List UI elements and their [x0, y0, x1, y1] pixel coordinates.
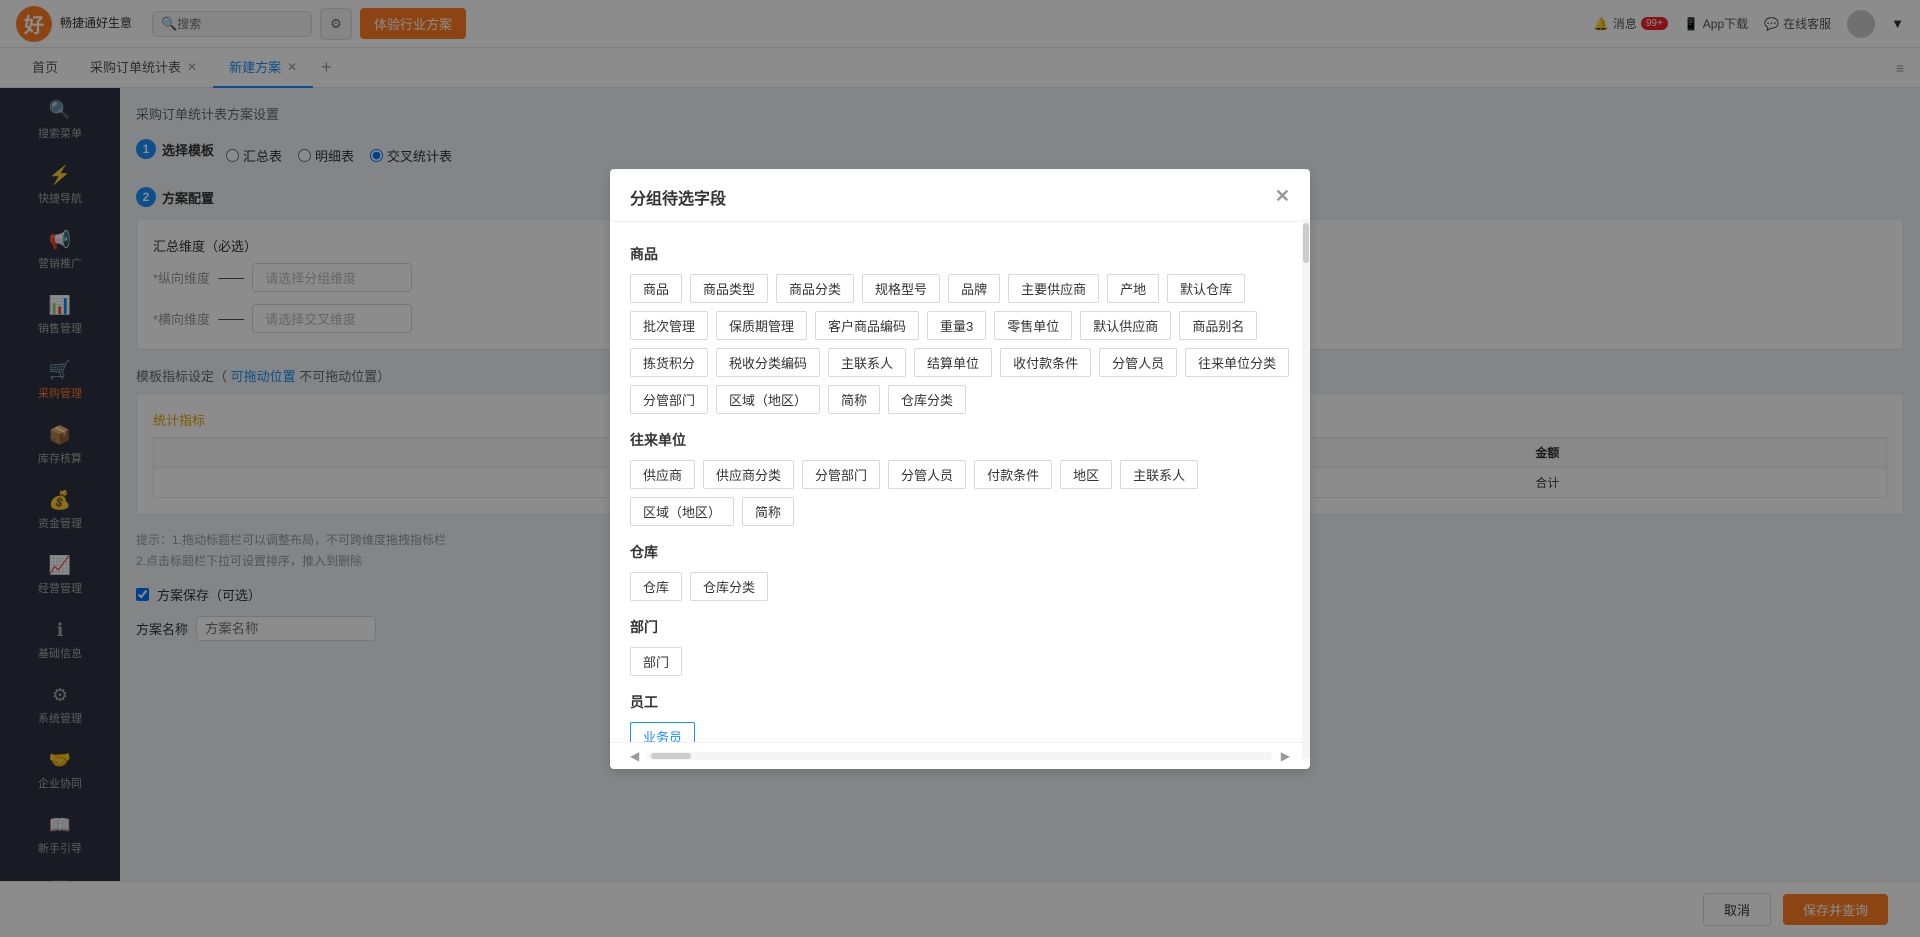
chip-goods-6[interactable]: 产地 [1107, 274, 1159, 303]
chip-warehouse-0[interactable]: 仓库 [630, 572, 682, 601]
chip-goods-21[interactable]: 往来单位分类 [1185, 348, 1289, 377]
chip-goods-12[interactable]: 零售单位 [994, 311, 1072, 340]
dialog-body: 商品 商品 商品类型 商品分类 规格型号 品牌 主要供应商 产地 默认仓库 批次… [610, 222, 1310, 742]
chip-partner-2[interactable]: 分管部门 [802, 460, 880, 489]
chip-goods-2[interactable]: 商品分类 [776, 274, 854, 303]
chip-goods-15[interactable]: 拣货积分 [630, 348, 708, 377]
section-title-staff: 员工 [630, 692, 1290, 712]
chip-staff-0[interactable]: 业务员 [630, 722, 695, 742]
scroll-left-arrow[interactable]: ◀ [630, 749, 639, 763]
dialog-footer-scrollbar: ◀ ▶ [610, 742, 1310, 769]
chip-partner-0[interactable]: 供应商 [630, 460, 695, 489]
chip-dept-0[interactable]: 部门 [630, 647, 682, 676]
chip-goods-4[interactable]: 品牌 [948, 274, 1000, 303]
field-chips-partner: 供应商 供应商分类 分管部门 分管人员 付款条件 地区 主联系人 区域（地区） … [630, 460, 1290, 526]
field-chips-warehouse: 仓库 仓库分类 [630, 572, 1290, 601]
chip-goods-20[interactable]: 分管人员 [1099, 348, 1177, 377]
section-title-goods: 商品 [630, 244, 1290, 264]
chip-goods-0[interactable]: 商品 [630, 274, 682, 303]
dialog-header: 分组待选字段 ✕ [610, 169, 1310, 222]
chip-partner-7[interactable]: 区域（地区） [630, 497, 734, 526]
chip-goods-9[interactable]: 保质期管理 [716, 311, 807, 340]
horizontal-scrollbar[interactable] [647, 752, 1273, 760]
field-chips-staff: 业务员 [630, 722, 1290, 742]
chip-goods-23[interactable]: 区域（地区） [716, 385, 820, 414]
dialog-close-button[interactable]: ✕ [1275, 186, 1290, 207]
chip-partner-1[interactable]: 供应商分类 [703, 460, 794, 489]
chip-partner-5[interactable]: 地区 [1060, 460, 1112, 489]
chip-goods-25[interactable]: 仓库分类 [888, 385, 966, 414]
chip-goods-14[interactable]: 商品别名 [1179, 311, 1257, 340]
field-chips-goods: 商品 商品类型 商品分类 规格型号 品牌 主要供应商 产地 默认仓库 批次管理 … [630, 274, 1290, 414]
vertical-scrollbar-track [1302, 219, 1310, 759]
chip-goods-18[interactable]: 结算单位 [914, 348, 992, 377]
chip-goods-10[interactable]: 客户商品编码 [815, 311, 919, 340]
chip-goods-16[interactable]: 税收分类编码 [716, 348, 820, 377]
chip-partner-4[interactable]: 付款条件 [974, 460, 1052, 489]
dialog-title: 分组待选字段 [630, 185, 726, 209]
chip-goods-3[interactable]: 规格型号 [862, 274, 940, 303]
chip-goods-8[interactable]: 批次管理 [630, 311, 708, 340]
section-title-dept: 部门 [630, 617, 1290, 637]
chip-goods-13[interactable]: 默认供应商 [1080, 311, 1171, 340]
chip-goods-5[interactable]: 主要供应商 [1008, 274, 1099, 303]
modal-overlay: 分组待选字段 ✕ 商品 商品 商品类型 商品分类 规格型号 品牌 主要供应商 产… [0, 0, 1920, 937]
scroll-right-arrow[interactable]: ▶ [1281, 749, 1290, 763]
chip-goods-1[interactable]: 商品类型 [690, 274, 768, 303]
chip-partner-6[interactable]: 主联系人 [1120, 460, 1198, 489]
horizontal-scroll-thumb [651, 753, 691, 759]
chip-goods-22[interactable]: 分管部门 [630, 385, 708, 414]
chip-partner-8[interactable]: 简称 [742, 497, 794, 526]
chip-goods-19[interactable]: 收付款条件 [1000, 348, 1091, 377]
field-selection-dialog: 分组待选字段 ✕ 商品 商品 商品类型 商品分类 规格型号 品牌 主要供应商 产… [610, 169, 1310, 769]
chip-partner-3[interactable]: 分管人员 [888, 460, 966, 489]
chip-warehouse-1[interactable]: 仓库分类 [690, 572, 768, 601]
section-title-warehouse: 仓库 [630, 542, 1290, 562]
chip-goods-17[interactable]: 主联系人 [828, 348, 906, 377]
vertical-scroll-thumb[interactable] [1303, 223, 1309, 263]
field-chips-dept: 部门 [630, 647, 1290, 676]
chip-goods-7[interactable]: 默认仓库 [1167, 274, 1245, 303]
chip-goods-24[interactable]: 简称 [828, 385, 880, 414]
chip-goods-11[interactable]: 重量3 [927, 311, 986, 340]
section-title-partner: 往来单位 [630, 430, 1290, 450]
